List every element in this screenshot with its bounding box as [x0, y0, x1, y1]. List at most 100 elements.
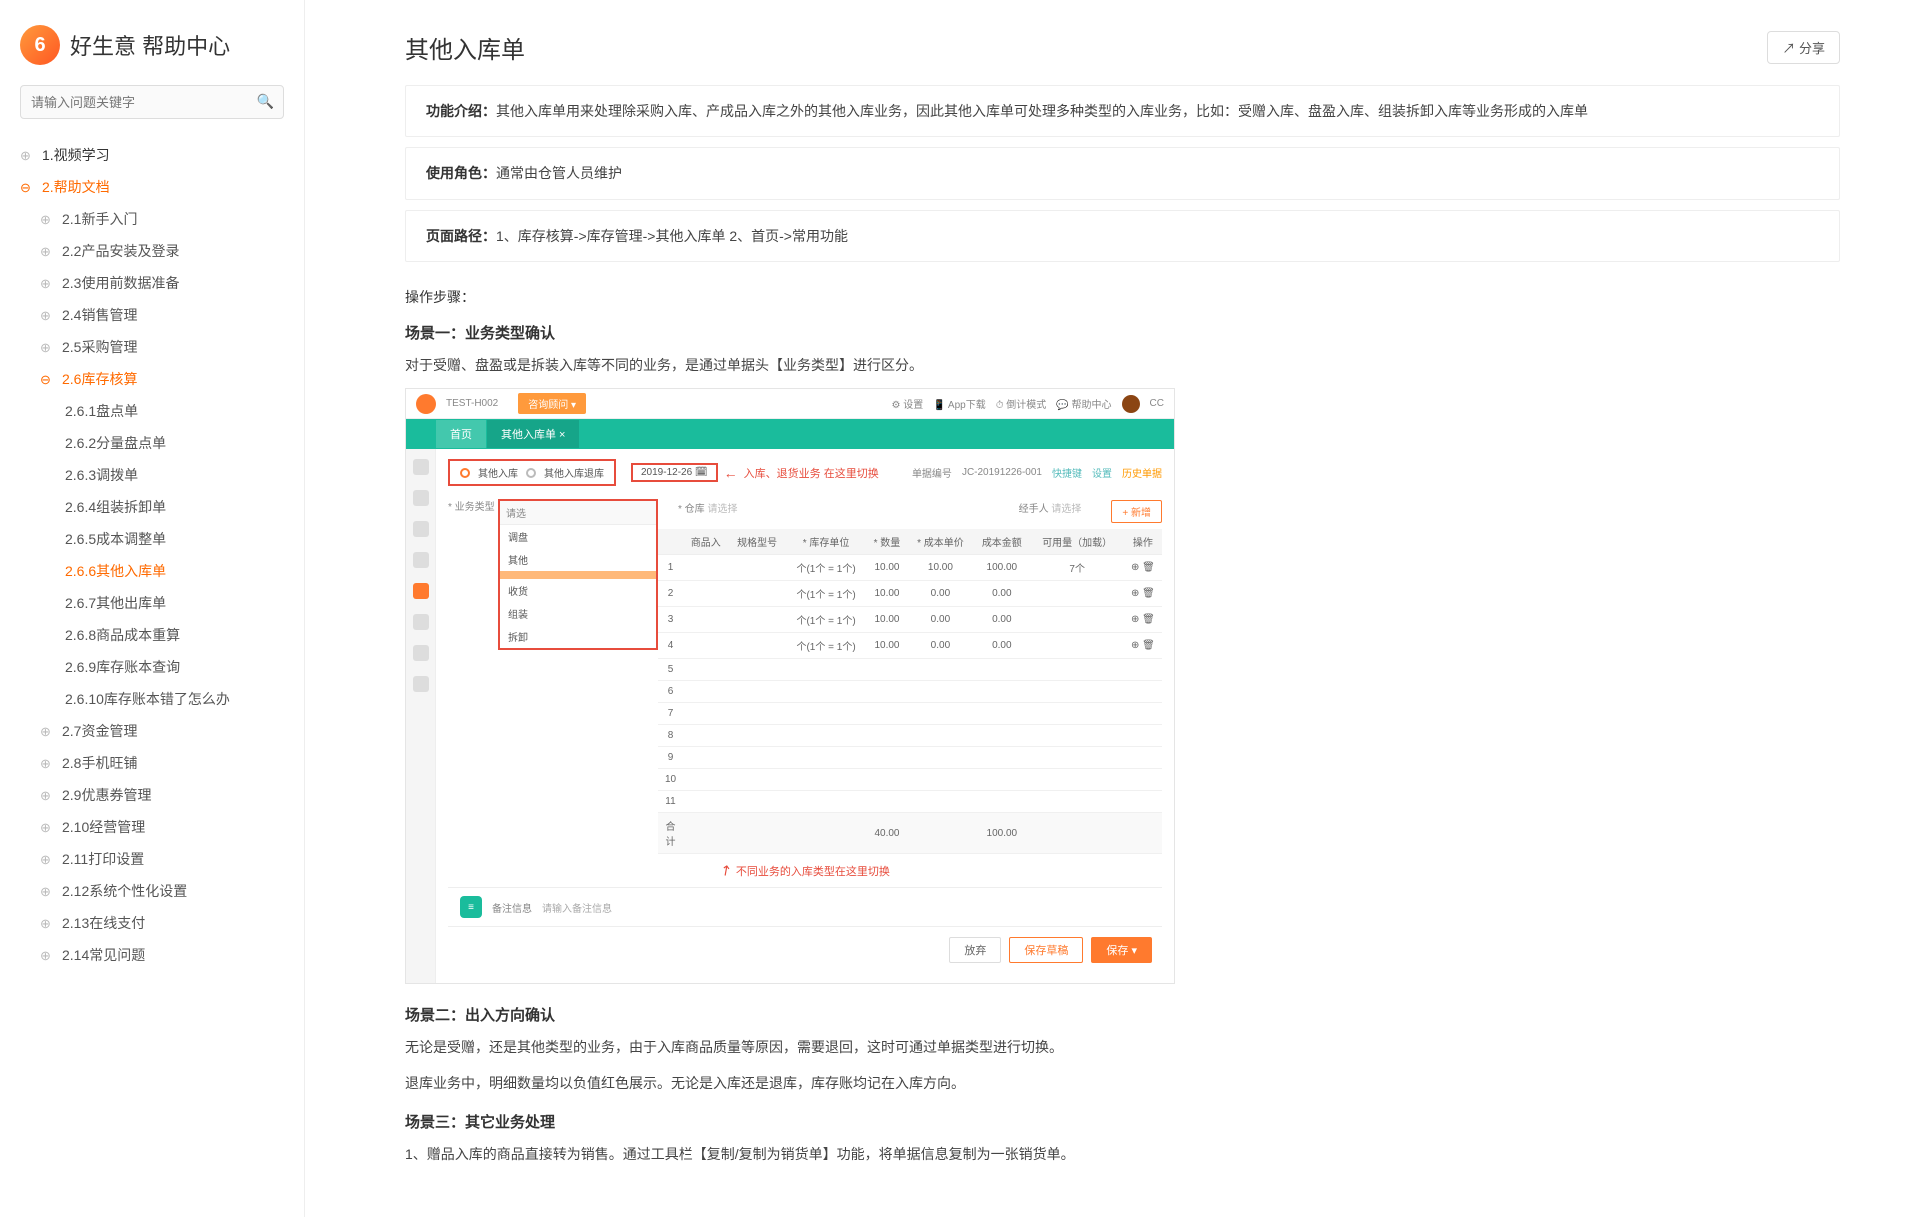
table-row: 9 — [658, 747, 1162, 769]
annotation-text-1: 入库、退货业务 在这里切换 — [744, 465, 879, 481]
brand-logo-icon: 6 — [20, 25, 60, 65]
dropdown-item-selected — [500, 571, 656, 579]
shot-username: CC — [1150, 398, 1164, 409]
add-row-btn: + 新增 — [1111, 500, 1162, 523]
shot-table: 商品入规格型号 * 库存单位* 数量 * 成本单价成本金额 可用量（加载）操作 … — [658, 529, 1162, 854]
avatar-icon — [1122, 395, 1140, 413]
annotation-text-2: ↗不同业务的入库类型在这里切换 — [448, 862, 1162, 879]
info-box-function: 功能介绍：其他入库单用来处理除采购入库、产成品入库之外的其他入库业务，因此其他入… — [405, 85, 1840, 137]
arrow-icon: ↗ — [716, 861, 735, 882]
scene3-title: 场景三：其它业务处理 — [405, 1111, 1840, 1132]
nav-2-6-1[interactable]: 2.6.1盘点单 — [20, 395, 284, 427]
nav-2-11[interactable]: ⊕2.11打印设置 — [20, 843, 284, 875]
nav-2-6-4[interactable]: 2.6.4组装拆卸单 — [20, 491, 284, 523]
shot-tab-home: 首页 — [436, 420, 486, 448]
radio-dot-icon — [526, 468, 536, 478]
nav-dot-icon — [413, 552, 429, 568]
nav-2-5[interactable]: ⊕2.5采购管理 — [20, 331, 284, 363]
nav-video-learning[interactable]: ⊕1.视频学习 — [20, 139, 284, 171]
nav-tree: ⊕1.视频学习 ⊖2.帮助文档 ⊕2.1新手入门 ⊕2.2产品安装及登录 ⊕2.… — [20, 139, 284, 971]
info-label: 页面路径： — [426, 228, 496, 244]
plus-icon: ⊕ — [40, 212, 56, 228]
shot-bill-meta: 单据编号 JC-20191226-001 快捷键 设置 历史单据 — [912, 465, 1162, 480]
table-row: 7 — [658, 703, 1162, 725]
btn-save: 保存 ▾ — [1091, 937, 1152, 963]
minus-icon: ⊖ — [20, 180, 36, 196]
nav-2-6[interactable]: ⊖2.6库存核算 — [20, 363, 284, 395]
nav-dot-icon — [413, 614, 429, 630]
minus-icon: ⊖ — [40, 372, 56, 388]
search-input[interactable] — [20, 85, 284, 119]
shot-tabs: 首页 其他入库单 × — [406, 419, 1174, 449]
nav-2-6-9[interactable]: 2.6.9库存账本查询 — [20, 651, 284, 683]
screenshot-figure: TEST-H002 咨询顾问 ▾ ⚙ 设置 📱 App下载 ⏱ 倒计模式 💬 帮… — [405, 388, 1175, 984]
btn-cancel: 放弃 — [949, 937, 1001, 963]
shot-footer: 放弃 保存草稿 保存 ▾ — [448, 926, 1162, 973]
shot-header: TEST-H002 咨询顾问 ▾ ⚙ 设置 📱 App下载 ⏱ 倒计模式 💬 帮… — [406, 389, 1174, 419]
nav-2-9[interactable]: ⊕2.9优惠券管理 — [20, 779, 284, 811]
nav-2-6-5[interactable]: 2.6.5成本调整单 — [20, 523, 284, 555]
nav-2-2[interactable]: ⊕2.2产品安装及登录 — [20, 235, 284, 267]
table-row: 8 — [658, 725, 1162, 747]
nav-2-6-6[interactable]: 2.6.6其他入库单 — [20, 555, 284, 587]
search-icon[interactable]: 🔍 — [257, 93, 274, 110]
shot-tab-current: 其他入库单 × — [487, 420, 579, 448]
plus-icon: ⊕ — [40, 724, 56, 740]
plus-icon: ⊕ — [40, 340, 56, 356]
dropdown-item: 拆卸 — [500, 625, 656, 648]
nav-dot-icon — [413, 490, 429, 506]
nav-2-7[interactable]: ⊕2.7资金管理 — [20, 715, 284, 747]
dropdown-item: 组装 — [500, 602, 656, 625]
shot-app-link: 📱 App下载 — [933, 396, 985, 411]
arrow-icon: ← — [724, 465, 738, 481]
dropdown-item: 收货 — [500, 579, 656, 602]
remarks-icon: ≡ — [460, 896, 482, 918]
nav-2-8[interactable]: ⊕2.8手机旺铺 — [20, 747, 284, 779]
logo-row: 6 好生意 帮助中心 — [20, 25, 284, 65]
nav-2-4[interactable]: ⊕2.4销售管理 — [20, 299, 284, 331]
share-button[interactable]: ↗ 分享 — [1767, 31, 1840, 64]
table-row: 4个(1个 = 1个)10.000.000.00⊕ 🗑 — [658, 633, 1162, 659]
nav-2-6-3[interactable]: 2.6.3调拨单 — [20, 459, 284, 491]
remarks-label: 备注信息 — [492, 900, 532, 915]
nav-dot-icon — [413, 459, 429, 475]
nav-2-12[interactable]: ⊕2.12系统个性化设置 — [20, 875, 284, 907]
table-row: 1个(1个 = 1个)10.0010.00100.007个⊕ 🗑 — [658, 555, 1162, 581]
table-row: 11 — [658, 791, 1162, 813]
plus-icon: ⊕ — [40, 884, 56, 900]
nav-2-13[interactable]: ⊕2.13在线支付 — [20, 907, 284, 939]
nav-dot-icon — [413, 583, 429, 599]
nav-2-10[interactable]: ⊕2.10经营管理 — [20, 811, 284, 843]
plus-icon: ⊕ — [40, 820, 56, 836]
nav-2-6-10[interactable]: 2.6.10库存账本错了怎么办 — [20, 683, 284, 715]
nav-2-3[interactable]: ⊕2.3使用前数据准备 — [20, 267, 284, 299]
ops-label: 操作步骤： — [405, 287, 1840, 307]
page-title: 其他入库单 — [405, 30, 525, 65]
plus-icon: ⊕ — [40, 756, 56, 772]
dropdown-annotated: 请选 调盘 其他 收货 组装 拆卸 — [498, 499, 658, 650]
table-row: 10 — [658, 769, 1162, 791]
scene1-desc: 对于受赠、盘盈或是拆装入库等不同的业务，是通过单据头【业务类型】进行区分。 — [405, 353, 1840, 378]
sidebar: 6 好生意 帮助中心 🔍 ⊕1.视频学习 ⊖2.帮助文档 ⊕2.1新手入门 ⊕2… — [0, 0, 305, 1217]
nav-2-6-2[interactable]: 2.6.2分量盘点单 — [20, 427, 284, 459]
radio-group-annotated: 其他入库 其他入库退库 — [448, 459, 616, 486]
info-text: 通常由仓管人员维护 — [496, 165, 622, 181]
shot-remarks: ≡ 备注信息 请输入备注信息 — [448, 887, 1162, 926]
dropdown-item: 其他 — [500, 548, 656, 571]
plus-icon: ⊕ — [40, 276, 56, 292]
info-text: 1、库存核算->库存管理->其他入库单 2、首页->常用功能 — [496, 228, 848, 244]
nav-help-docs[interactable]: ⊖2.帮助文档 — [20, 171, 284, 203]
shot-left-nav — [406, 449, 436, 983]
brand-title: 好生意 帮助中心 — [70, 29, 230, 61]
nav-dot-icon — [413, 645, 429, 661]
shot-logo-icon — [416, 394, 436, 414]
shot-content: 其他入库 其他入库退库 2019-12-26 🗓 ← 入库、退货业务 在这里切换… — [436, 449, 1174, 983]
plus-icon: ⊕ — [40, 788, 56, 804]
table-row-total: 合计40.00100.00 — [658, 813, 1162, 854]
shot-settings-link: ⚙ 设置 — [891, 396, 923, 411]
nav-2-1[interactable]: ⊕2.1新手入门 — [20, 203, 284, 235]
table-row: 5 — [658, 659, 1162, 681]
nav-2-14[interactable]: ⊕2.14常见问题 — [20, 939, 284, 971]
nav-2-6-7[interactable]: 2.6.7其他出库单 — [20, 587, 284, 619]
nav-2-6-8[interactable]: 2.6.8商品成本重算 — [20, 619, 284, 651]
